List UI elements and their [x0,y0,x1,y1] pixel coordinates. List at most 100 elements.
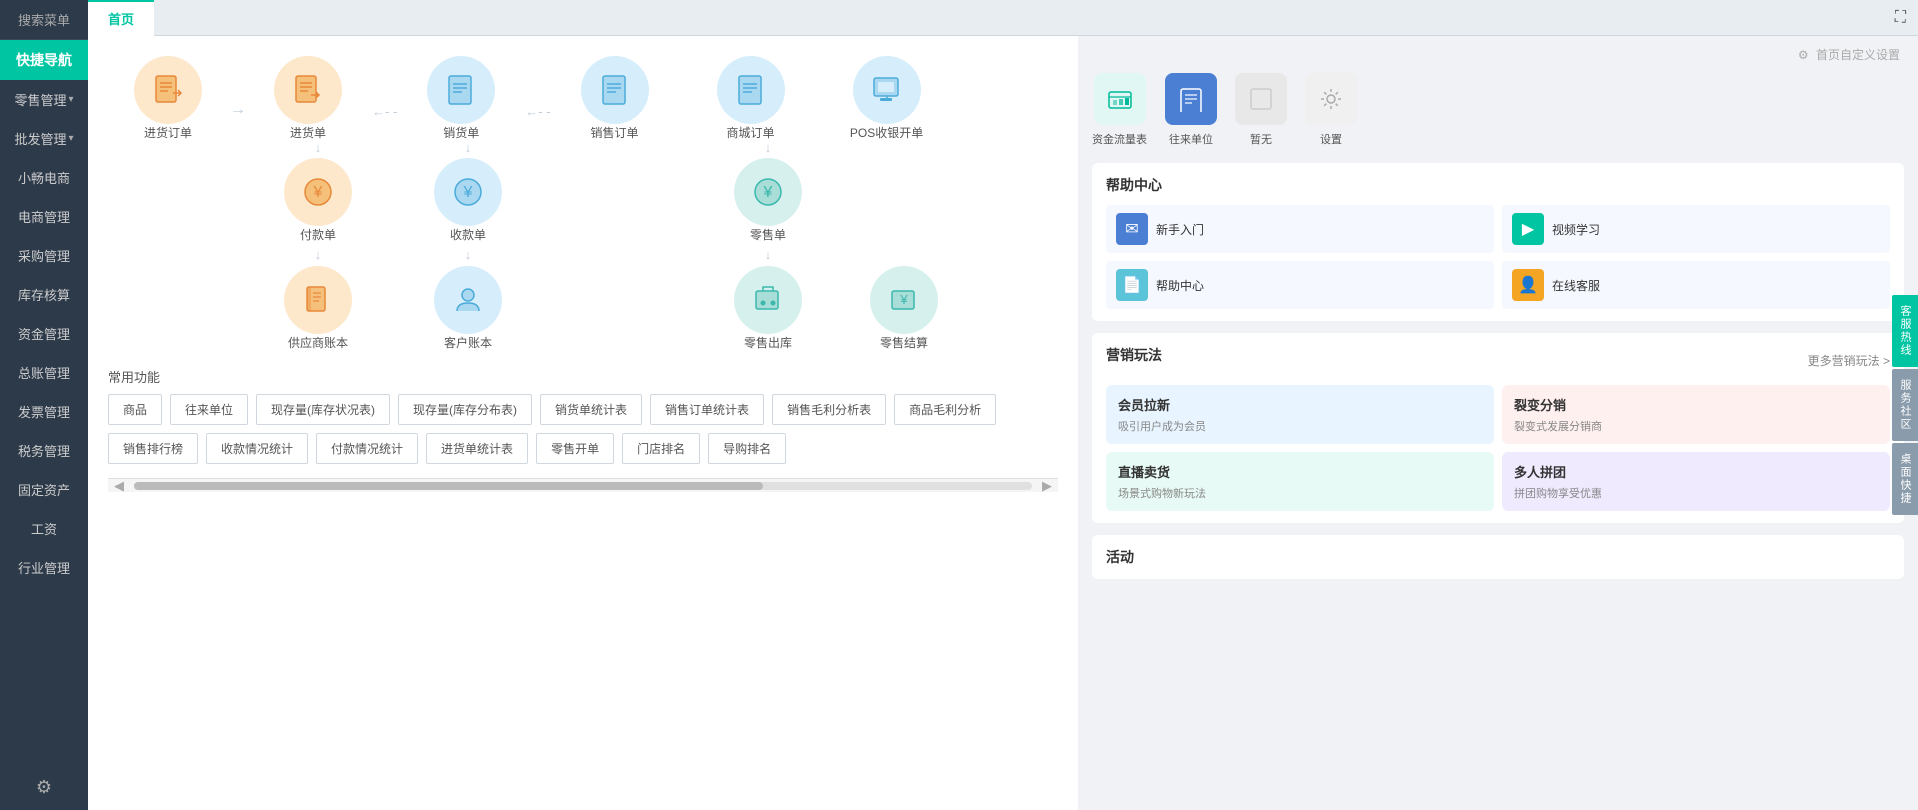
payment-label: 付款单 [300,226,336,243]
flow-node-retail-out[interactable]: 零售出库 [708,266,828,351]
sidebar-nav-quick[interactable]: 快捷导航 [0,40,88,80]
flow-node-pos[interactable]: POS收银开单 [827,56,947,141]
flow-node-sales-order[interactable]: 销售订单 [555,56,675,141]
flow-node-retail-settle[interactable]: ¥ 零售结算 [844,266,964,351]
quick-icon-partner[interactable]: 往来单位 [1165,73,1217,147]
fission-desc: 裂变式发展分销商 [1514,418,1878,434]
activity-title: 活动 [1106,547,1890,567]
sidebar-item-purchase[interactable]: 采购管理 [0,236,88,275]
quick-icon-none[interactable]: 暂无 [1235,73,1287,147]
sidebar-item-ledger[interactable]: 总账管理 [0,353,88,392]
sidebar-item-invoice[interactable]: 发票管理 [0,392,88,431]
group-desc: 拼团购物享受优惠 [1514,485,1878,501]
sidebar-item-inventory[interactable]: 库存核算 [0,275,88,314]
func-btn-goods[interactable]: 商品 [108,394,162,425]
flow-node-purchase[interactable]: 进货单 [248,56,368,141]
func-btn-stock-dist[interactable]: 现存量(库存分布表) [398,394,532,425]
sidebar-item-industry-label: 行业管理 [18,558,70,577]
func-btn-sales-rank[interactable]: 销售排行榜 [108,433,198,464]
sidebar-item-ecom[interactable]: 电商管理 [0,197,88,236]
customer-book-label: 客户账本 [444,334,492,351]
retail-settle-label: 零售结算 [880,334,928,351]
receipt-icon: ¥ [434,158,502,226]
flow-node-receipt[interactable]: ¥ 收款单 [408,158,528,243]
help-item-service[interactable]: 👤 在线客服 [1502,261,1890,309]
quick-icons-row: 资金流量表 往来单位 暂无 [1092,73,1904,147]
sidebar-item-salary-label: 工资 [31,519,57,538]
func-btn-purchase-stat[interactable]: 进货单统计表 [426,433,528,464]
retail-out-label: 零售出库 [744,334,792,351]
purchase-order-label: 进货订单 [144,124,192,141]
sidebar-item-salary[interactable]: 工资 [0,509,88,548]
flow-node-mall-order[interactable]: 商城订单 [691,56,811,141]
func-btn-goods-profit[interactable]: 商品毛利分析 [894,394,996,425]
flow-node-customer-book[interactable]: 客户账本 [408,266,528,351]
down-arr-5: ↓ [708,141,828,154]
customize-label: 首页自定义设置 [1816,48,1900,62]
sidebar-search[interactable]: 搜索菜单 [0,0,88,40]
chevron-down-icon: ▾ [68,94,73,105]
sidebar-settings-button[interactable]: ⚙ [0,765,88,810]
quick-icon-settings[interactable]: 设置 [1305,73,1357,147]
func-btn-stock-status[interactable]: 现存量(库存状况表) [256,394,390,425]
customize-link[interactable]: ⚙ 首页自定义设置 [1092,46,1904,63]
none-label: 暂无 [1250,131,1272,147]
live-desc: 场景式购物新玩法 [1118,485,1482,501]
func-btn-partner[interactable]: 往来单位 [170,394,248,425]
scroll-left-icon[interactable]: ◀ [108,478,130,494]
sidebar-item-tax[interactable]: 税务管理 [0,431,88,470]
sidebar-item-ecom-small[interactable]: 小畅电商 [0,158,88,197]
flow-node-purchase-order[interactable]: 进货订单 [108,56,228,141]
partner-icon [1165,73,1217,125]
partner-label: 往来单位 [1169,131,1213,147]
group-title: 多人拼团 [1514,462,1878,481]
func-btn-store-rank[interactable]: 门店排名 [622,433,700,464]
flow-node-payment[interactable]: ¥ 付款单 [258,158,378,243]
sidebar: 搜索菜单 快捷导航 零售管理 ▾ 批发管理 ▾ 小畅电商 电商管理 采购管理 库… [0,0,88,810]
help-item-video[interactable]: ▶ 视频学习 [1502,205,1890,253]
service-label: 在线客服 [1552,277,1600,294]
marketing-title: 营销玩法 [1106,345,1162,365]
scroll-bar[interactable]: ◀ ▶ [108,478,1058,492]
sidebar-item-retail-label: 零售管理 [14,90,66,109]
sidebar-item-wholesale[interactable]: 批发管理 ▾ [0,119,88,158]
func-btn-sales-stat[interactable]: 销货单统计表 [540,394,642,425]
sidebar-item-assets[interactable]: 固定资产 [0,470,88,509]
flow-node-sales[interactable]: 销货单 [401,56,521,141]
flow-node-retail-order[interactable]: ¥ 零售单 [708,158,828,243]
purchase-order-icon [134,56,202,124]
fullscreen-icon[interactable]: ⛶ [1895,9,1918,27]
supplier-book-label: 供应商账本 [288,334,348,351]
video-label: 视频学习 [1552,221,1600,238]
marketing-item-live[interactable]: 直播卖货 场景式购物新玩法 [1106,452,1494,511]
settings-label: 设置 [1320,131,1342,147]
quick-nav-panel: 进货订单 → 进货单 ←- - [88,36,1078,810]
marketing-item-fission[interactable]: 裂变分销 裂变式发展分销商 [1502,385,1890,444]
scroll-track[interactable] [134,482,1032,490]
quick-icon-cashflow[interactable]: 资金流量表 [1092,73,1147,147]
marketing-item-member[interactable]: 会员拉新 吸引用户成为会员 [1106,385,1494,444]
flow-node-supplier-book[interactable]: 供应商账本 [258,266,378,351]
help-item-newbie[interactable]: ✉ 新手入门 [1106,205,1494,253]
retail-out-icon [734,266,802,334]
more-marketing-link[interactable]: 更多营销玩法 > [1808,352,1890,369]
sales-icon [427,56,495,124]
float-btn-desktop[interactable]: 桌面快捷 [1892,443,1918,515]
func-btn-payment-stat[interactable]: 付款情况统计 [316,433,418,464]
marketing-item-group[interactable]: 多人拼团 拼团购物享受优惠 [1502,452,1890,511]
func-btn-sales-profit[interactable]: 销售毛利分析表 [772,394,886,425]
func-btn-guide-rank[interactable]: 导购排名 [708,433,786,464]
down-arr-1 [108,141,228,154]
tab-home[interactable]: 首页 [88,0,154,36]
scroll-right-icon[interactable]: ▶ [1036,478,1058,494]
func-btn-receipt-stat[interactable]: 收款情况统计 [206,433,308,464]
func-btn-sales-order-stat[interactable]: 销售订单统计表 [650,394,764,425]
float-btn-service[interactable]: 客服热线 [1892,295,1918,367]
chevron-down-icon-2: ▾ [68,133,73,144]
sidebar-item-retail[interactable]: 零售管理 ▾ [0,80,88,119]
sidebar-item-fund[interactable]: 资金管理 [0,314,88,353]
help-item-helpcenter[interactable]: 📄 帮助中心 [1106,261,1494,309]
float-btn-community[interactable]: 服务社区 [1892,369,1918,441]
func-btn-retail-order[interactable]: 零售开单 [536,433,614,464]
sidebar-item-industry[interactable]: 行业管理 [0,548,88,587]
